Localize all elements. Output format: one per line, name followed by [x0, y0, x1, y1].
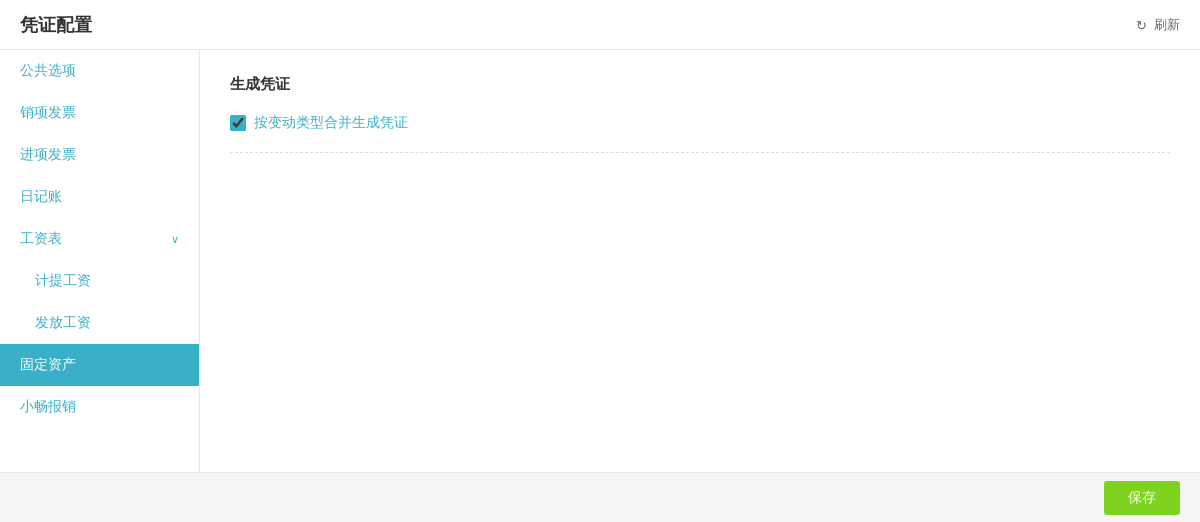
- refresh-button[interactable]: ↻ 刷新: [1136, 16, 1180, 34]
- sidebar-item-journal[interactable]: 日记账: [0, 176, 199, 218]
- chevron-down-icon: ∨: [171, 233, 179, 246]
- sidebar: 公共选项销项发票进项发票日记账工资表 ∨ 计提工资发放工资固定资产小畅报销: [0, 50, 200, 472]
- section-divider: [230, 152, 1170, 153]
- sidebar-item-sales-invoice[interactable]: 销项发票: [0, 92, 199, 134]
- sidebar-label-pay-salary: 发放工资: [35, 314, 91, 332]
- merge-by-type-label[interactable]: 按变动类型合并生成凭证: [254, 114, 408, 132]
- sidebar-label-journal: 日记账: [20, 188, 62, 206]
- checkbox-row: 按变动类型合并生成凭证: [230, 114, 1170, 132]
- sidebar-label-sales-invoice: 销项发票: [20, 104, 76, 122]
- main-content: 公共选项销项发票进项发票日记账工资表 ∨ 计提工资发放工资固定资产小畅报销 生成凭证…: [0, 50, 1200, 472]
- page-header: 凭证配置 ↻ 刷新: [0, 0, 1200, 50]
- sidebar-label-calc-salary: 计提工资: [35, 272, 91, 290]
- sidebar-label-fixed-assets: 固定资产: [20, 356, 76, 374]
- refresh-icon: ↻: [1136, 18, 1150, 32]
- sidebar-item-expense-report[interactable]: 小畅报销: [0, 386, 199, 428]
- refresh-label: 刷新: [1154, 16, 1180, 34]
- sidebar-label-purchase-invoice: 进项发票: [20, 146, 76, 164]
- sidebar-item-fixed-assets[interactable]: 固定资产: [0, 344, 199, 386]
- page-wrapper: 凭证配置 ↻ 刷新 公共选项销项发票进项发票日记账工资表 ∨ 计提工资发放工资固定资…: [0, 0, 1200, 522]
- sidebar-label-payroll-sheet: 工资表: [20, 230, 62, 248]
- section-title: 生成凭证: [230, 75, 1170, 94]
- page-footer: 保存: [0, 472, 1200, 522]
- sidebar-item-purchase-invoice[interactable]: 进项发票: [0, 134, 199, 176]
- sidebar-item-public-options[interactable]: 公共选项: [0, 50, 199, 92]
- merge-by-type-checkbox[interactable]: [230, 115, 246, 131]
- page-title: 凭证配置: [20, 13, 92, 37]
- sidebar-label-public-options: 公共选项: [20, 62, 76, 80]
- sidebar-item-payroll-sheet[interactable]: 工资表 ∨: [0, 218, 199, 260]
- sidebar-label-expense-report: 小畅报销: [20, 398, 76, 416]
- sidebar-item-pay-salary[interactable]: 发放工资: [0, 302, 199, 344]
- save-button[interactable]: 保存: [1104, 481, 1180, 515]
- sidebar-item-calc-salary[interactable]: 计提工资: [0, 260, 199, 302]
- content-area: 生成凭证 按变动类型合并生成凭证: [200, 50, 1200, 472]
